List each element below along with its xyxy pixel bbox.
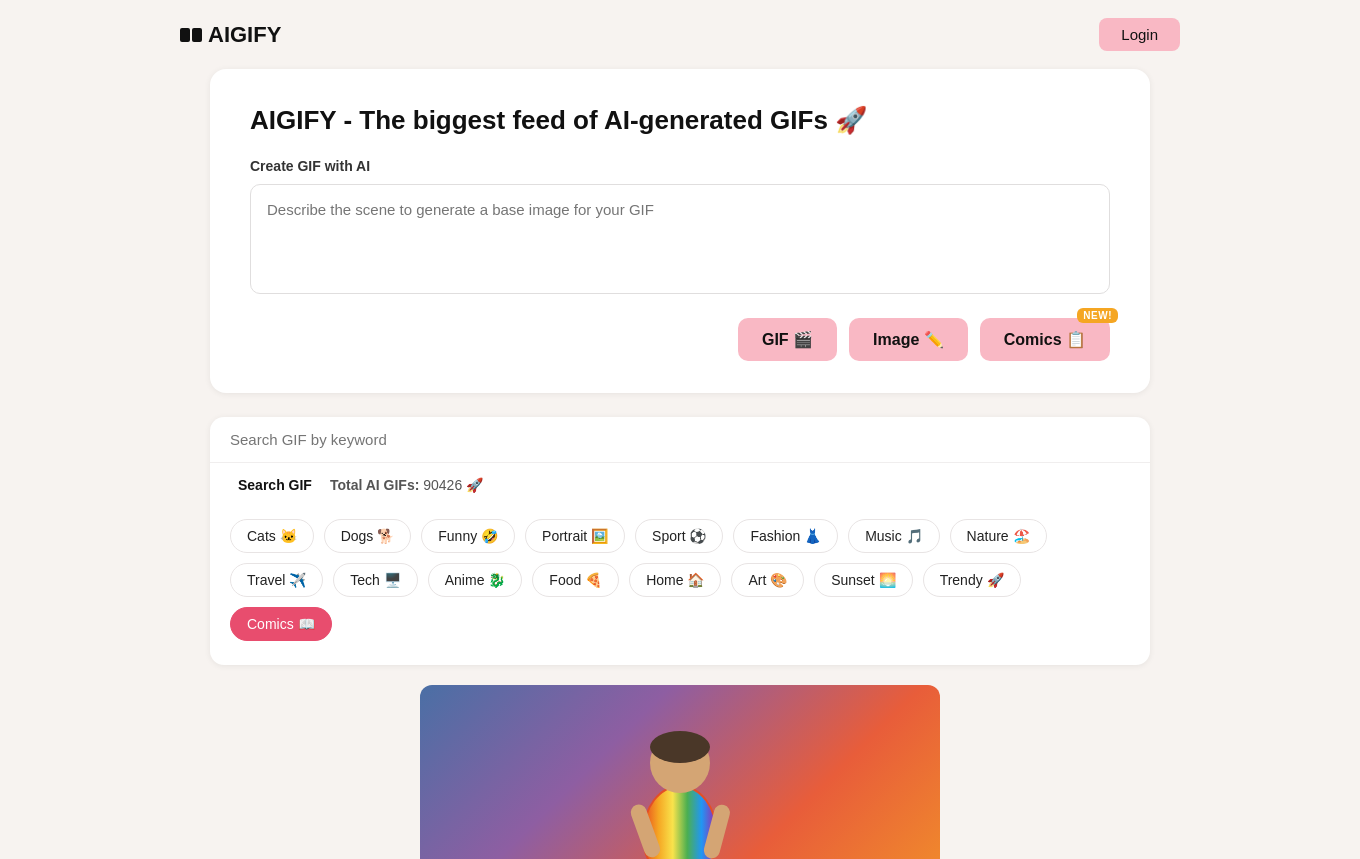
tags-section: Cats 🐱 Dogs 🐕 Funny 🤣 Portrait 🖼️ Sport ⚽ Fas…	[210, 511, 1150, 665]
tags-row-2: Travel ✈️ Tech 🖥️ Anime 🐉 Food 🍕 Home 🏠 Art 🎨…	[230, 563, 1130, 597]
comics-button[interactable]: Comics 📋	[980, 318, 1110, 361]
tags-row-3: Comics 📖	[230, 607, 1130, 641]
tag-button[interactable]: Comics 📖	[230, 607, 332, 641]
tag-button[interactable]: Tech 🖥️	[333, 563, 417, 597]
logo: AIGIFY	[180, 22, 281, 48]
tag-button[interactable]: Funny 🤣	[421, 519, 515, 553]
hero-title: AIGIFY - The biggest feed of AI-generate…	[250, 105, 1110, 136]
tag-button[interactable]: Fashion 👗	[733, 519, 838, 553]
navbar: AIGIFY Login	[0, 0, 1360, 69]
tag-button[interactable]: Dogs 🐕	[324, 519, 412, 553]
tag-button[interactable]: Food 🍕	[532, 563, 619, 597]
tag-button[interactable]: Nature 🏖️	[950, 519, 1047, 553]
gif-button[interactable]: GIF 🎬	[738, 318, 837, 361]
image-button[interactable]: Image ✏️	[849, 318, 968, 361]
gif-preview-image	[420, 685, 940, 859]
total-gifs-label: Total AI GIFs: 90426 🚀	[330, 477, 483, 493]
total-icon: 🚀	[466, 477, 483, 493]
tag-button[interactable]: Sport ⚽	[635, 519, 723, 553]
tag-button[interactable]: Travel ✈️	[230, 563, 323, 597]
tag-button[interactable]: Portrait 🖼️	[525, 519, 625, 553]
search-input[interactable]	[230, 431, 1130, 448]
search-footer: Search GIF Total AI GIFs: 90426 🚀	[210, 463, 1150, 511]
hero-card: AIGIFY - The biggest feed of AI-generate…	[210, 69, 1150, 393]
main-container: AIGIFY - The biggest feed of AI-generate…	[190, 69, 1170, 859]
tag-button[interactable]: Cats 🐱	[230, 519, 314, 553]
tag-button[interactable]: Art 🎨	[731, 563, 804, 597]
tag-button[interactable]: Home 🏠	[629, 563, 721, 597]
action-buttons: GIF 🎬 Image ✏️ Comics 📋 NEW!	[250, 318, 1110, 361]
total-count: 90426	[423, 477, 462, 493]
player-svg	[590, 705, 770, 859]
search-section: Search GIF Total AI GIFs: 90426 🚀 Cats 🐱…	[210, 417, 1150, 665]
tag-button[interactable]: Anime 🐉	[428, 563, 523, 597]
svg-point-4	[650, 731, 710, 763]
tag-button[interactable]: Trendy 🚀	[923, 563, 1021, 597]
comics-button-wrap: Comics 📋 NEW!	[980, 318, 1110, 361]
gif-description-input[interactable]	[250, 184, 1110, 294]
search-bar	[210, 417, 1150, 463]
login-button[interactable]: Login	[1099, 18, 1180, 51]
logo-icon	[180, 28, 202, 42]
create-label: Create GIF with AI	[250, 158, 1110, 174]
tag-button[interactable]: Sunset 🌅	[814, 563, 912, 597]
new-badge: NEW!	[1077, 308, 1118, 323]
logo-text: AIGIFY	[208, 22, 281, 48]
tag-button[interactable]: Music 🎵	[848, 519, 939, 553]
search-gif-button[interactable]: Search GIF	[230, 473, 320, 497]
tags-row-1: Cats 🐱 Dogs 🐕 Funny 🤣 Portrait 🖼️ Sport ⚽ Fas…	[230, 519, 1130, 553]
gif-preview	[420, 685, 940, 859]
